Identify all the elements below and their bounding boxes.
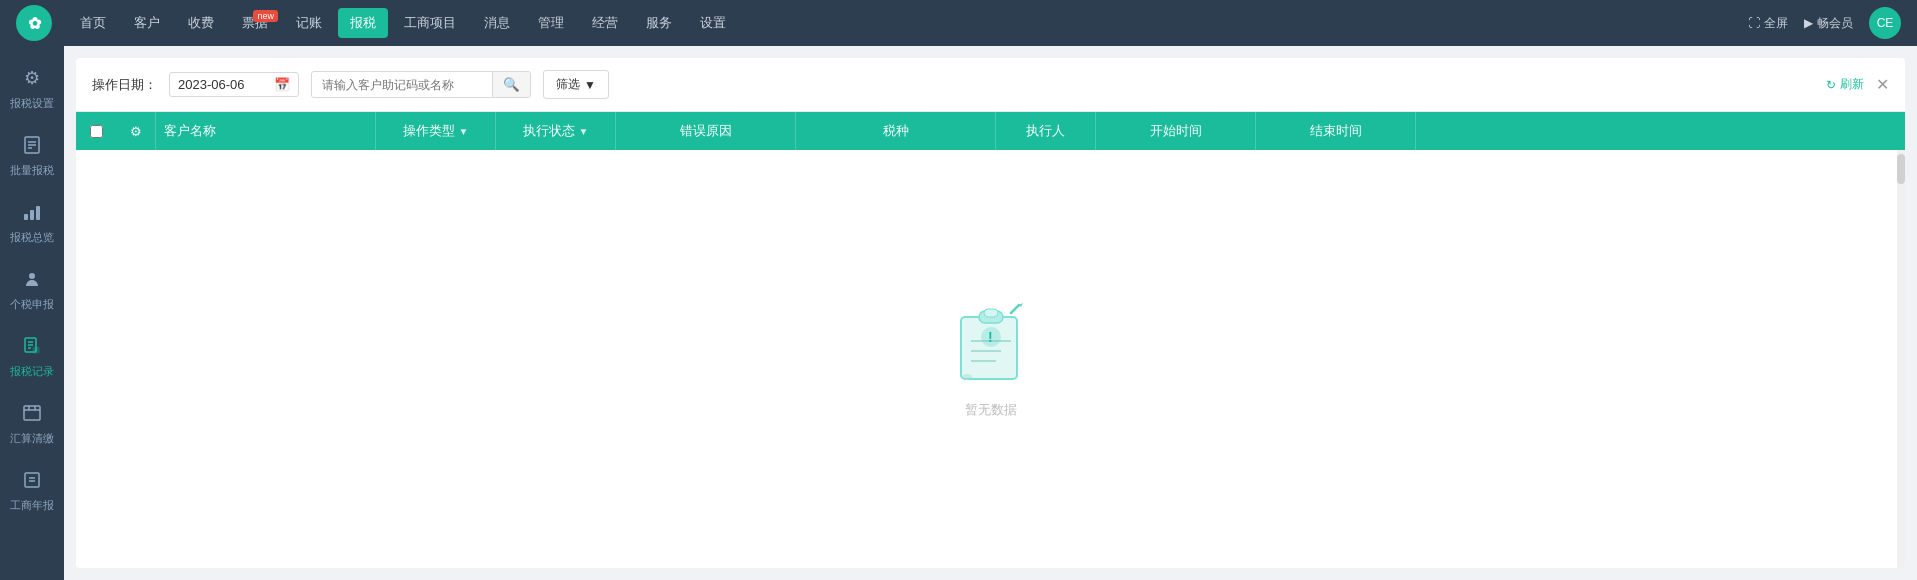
member-button[interactable]: ▶ 畅会员 [1804,15,1853,32]
sidebar-item-tax-record[interactable]: 报税记录 [0,322,64,389]
nav-tax[interactable]: 报税 [338,8,388,38]
svg-rect-23 [984,309,998,317]
search-input[interactable] [312,73,492,97]
settings-icon: ⚙ [130,124,142,139]
filter-label: 筛选 [556,76,580,93]
header-error-reason: 错误原因 [616,112,796,150]
sidebar-item-tax-settings[interactable]: ⚙ 报税设置 [0,54,64,121]
nav-client[interactable]: 客户 [122,8,172,38]
app-logo[interactable]: ✿ [16,5,52,41]
filter-icon-op-type: ▼ [459,126,469,137]
svg-rect-6 [36,206,40,220]
date-input[interactable] [178,77,268,92]
sidebar: ⚙ 报税设置 批量报税 报税总览 [0,46,64,580]
nav-items: 首页 客户 收费 票据 new 记账 报税 工商项目 消息 管理 经营 服务 设… [68,8,1748,38]
calendar-icon: 📅 [274,77,290,92]
nav-badge-new: new [253,10,278,22]
annual-settle-icon [18,399,46,427]
scroll-indicator[interactable] [1897,150,1905,568]
nav-settings[interactable]: 设置 [688,8,738,38]
empty-illustration: ! [951,299,1031,389]
filter-button[interactable]: 筛选 ▼ [543,70,609,99]
nav-message[interactable]: 消息 [472,8,522,38]
annual-report-icon [18,466,46,494]
header-end-time: 结束时间 [1256,112,1416,150]
search-icon: 🔍 [503,77,520,92]
nav-invoice[interactable]: 票据 new [230,8,280,38]
avatar[interactable]: CE [1869,7,1901,39]
empty-text: 暂无数据 [965,401,1017,419]
table-body: ! 暂无数据 [76,150,1905,568]
svg-text:!: ! [988,329,993,345]
member-icon: ▶ [1804,16,1813,30]
header-op-type[interactable]: 操作类型 ▼ [376,112,496,150]
date-picker[interactable]: 📅 [169,72,299,97]
content-panel: 操作日期： 📅 🔍 筛选 ▼ ↻ 刷新 [76,58,1905,568]
sidebar-item-personal-tax[interactable]: 个税申报 [0,255,64,322]
close-button[interactable]: ✕ [1876,75,1889,94]
header-executor: 执行人 [996,112,1096,150]
sidebar-item-annual-settle[interactable]: 汇算清缴 [0,389,64,456]
batch-tax-icon [18,131,46,159]
svg-point-7 [29,273,35,279]
main-layout: ⚙ 报税设置 批量报税 报税总览 [0,46,1917,580]
sidebar-item-tax-overview[interactable]: 报税总览 [0,188,64,255]
scroll-thumb [1897,154,1905,184]
svg-rect-21 [961,317,1017,379]
personal-tax-icon [18,265,46,293]
nav-business[interactable]: 工商项目 [392,8,468,38]
header-client-name: 客户名称 [156,112,376,150]
fullscreen-button[interactable]: ⛶ 全屏 [1748,15,1788,32]
header-exec-status[interactable]: 执行状态 ▼ [496,112,616,150]
svg-rect-18 [25,473,39,487]
refresh-button[interactable]: ↻ 刷新 [1826,76,1864,93]
search-button[interactable]: 🔍 [492,72,530,97]
nav-manage[interactable]: 管理 [526,8,576,38]
date-label: 操作日期： [92,76,157,94]
svg-line-29 [1011,305,1019,313]
svg-point-31 [962,374,972,380]
svg-rect-4 [24,214,28,220]
header-tax-type: 税种 [796,112,996,150]
nav-service[interactable]: 服务 [634,8,684,38]
svg-rect-5 [30,210,34,220]
nav-operation[interactable]: 经营 [580,8,630,38]
filter-icon-exec-status: ▼ [579,126,589,137]
refresh-icon: ↻ [1826,78,1836,92]
search-wrap: 🔍 [311,71,531,98]
nav-fee[interactable]: 收费 [176,8,226,38]
tax-settings-icon: ⚙ [18,64,46,92]
fullscreen-icon: ⛶ [1748,16,1760,30]
nav-bookkeeping[interactable]: 记账 [284,8,334,38]
tax-record-icon [18,332,46,360]
svg-rect-14 [24,406,40,420]
content-area: 操作日期： 📅 🔍 筛选 ▼ ↻ 刷新 [64,46,1917,580]
svg-marker-30 [1019,303,1023,307]
top-navigation: ✿ 首页 客户 收费 票据 new 记账 报税 工商项目 消息 管理 经营 服务… [0,0,1917,46]
tax-overview-icon [18,198,46,226]
sidebar-item-annual-report[interactable]: 工商年报 [0,456,64,523]
sidebar-item-batch-tax[interactable]: 批量报税 [0,121,64,188]
header-start-time: 开始时间 [1096,112,1256,150]
chevron-down-icon: ▼ [584,78,596,92]
header-settings-cell[interactable]: ⚙ [116,112,156,150]
right-tools: ⛶ 全屏 ▶ 畅会员 CE [1748,7,1901,39]
empty-state: ! 暂无数据 [951,299,1031,419]
header-checkbox-cell [76,112,116,150]
nav-home[interactable]: 首页 [68,8,118,38]
select-all-checkbox[interactable] [90,125,103,138]
table-header: ⚙ 客户名称 操作类型 ▼ 执行状态 ▼ 错误原因 税种 [76,112,1905,150]
toolbar: 操作日期： 📅 🔍 筛选 ▼ ↻ 刷新 [76,58,1905,112]
